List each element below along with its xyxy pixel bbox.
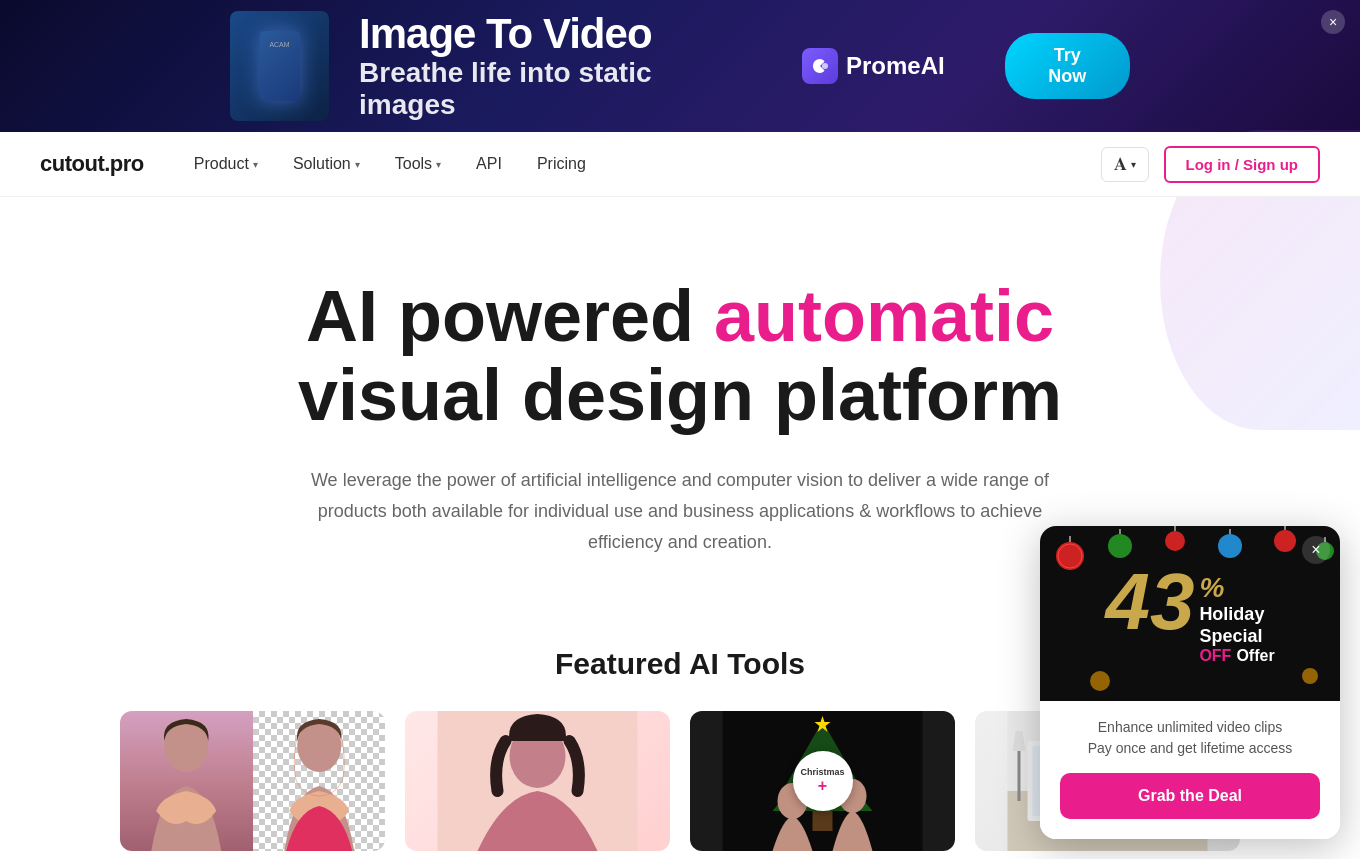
off-label: OFF xyxy=(1199,647,1231,665)
solution-chevron-icon: ▾ xyxy=(355,159,360,170)
navbar: cutout.pro Product ▾ Solution ▾ Tools ▾ … xyxy=(0,132,1360,197)
tool-card-2[interactable] xyxy=(405,711,670,851)
hero-title-part1: AI powered xyxy=(306,276,714,356)
svg-point-35 xyxy=(1274,530,1296,552)
christmas-badge: Christmas + xyxy=(793,751,853,811)
discount-right: % Holiday Special OFF Offer xyxy=(1199,562,1274,665)
promo-banner: 43 % Holiday Special OFF Offer × xyxy=(1040,526,1340,701)
ad-title: Image To Video xyxy=(359,11,752,57)
discount-percent: % xyxy=(1199,572,1274,604)
ad-product-image xyxy=(230,11,329,121)
ad-subtitle: Breathe life into static images xyxy=(359,57,752,121)
offer-label: Offer xyxy=(1236,647,1274,665)
svg-rect-8 xyxy=(813,811,833,831)
promo-description: Enhance unlimited video clips Pay once a… xyxy=(1060,717,1320,759)
promo-discount-area: 43 % Holiday Special OFF Offer xyxy=(1105,562,1274,665)
tool-card-3-image: Christmas + xyxy=(690,711,955,851)
ad-logo-text: PromeAI xyxy=(846,52,945,80)
promo-close-button[interactable]: × xyxy=(1302,536,1330,564)
nav-links: Product ▾ Solution ▾ Tools ▾ API Pricing xyxy=(194,155,1101,173)
lang-chevron-icon: ▾ xyxy=(1131,159,1136,170)
svg-point-39 xyxy=(1090,671,1110,691)
svg-rect-24 xyxy=(1018,751,1021,801)
nav-pricing[interactable]: Pricing xyxy=(537,155,586,173)
svg-point-0 xyxy=(822,63,828,69)
login-button[interactable]: Log in / Sign up xyxy=(1164,146,1320,183)
hero-title-part2: visual design platform xyxy=(298,355,1062,435)
ad-close-button[interactable]: × xyxy=(1321,10,1345,34)
tools-chevron-icon: ▾ xyxy=(436,159,441,170)
svg-point-31 xyxy=(1165,531,1185,551)
hero-title: AI powered automatic visual design platf… xyxy=(170,277,1190,435)
promo-popup: 43 % Holiday Special OFF Offer × Enhance… xyxy=(1040,526,1340,839)
svg-point-29 xyxy=(1108,534,1132,558)
tool-card-2-image xyxy=(405,711,670,851)
nav-solution[interactable]: Solution ▾ xyxy=(293,155,360,173)
tool-card-1-image xyxy=(120,711,385,851)
logo[interactable]: cutout.pro xyxy=(40,151,144,177)
nav-api[interactable]: API xyxy=(476,155,502,173)
promeai-logo-icon xyxy=(802,48,838,84)
ad-text-block: Image To Video Breathe life into static … xyxy=(359,11,752,121)
nav-tools[interactable]: Tools ▾ xyxy=(395,155,441,173)
person-before xyxy=(120,711,253,851)
tool-card-3[interactable]: Christmas + xyxy=(690,711,955,851)
translate-icon: 𝐀 xyxy=(1114,154,1127,175)
person-after xyxy=(253,711,386,851)
ad-logo-area: PromeAI xyxy=(802,48,945,84)
hero-title-highlight: automatic xyxy=(714,276,1054,356)
language-button[interactable]: 𝐀 ▾ xyxy=(1101,147,1149,182)
nav-right: 𝐀 ▾ Log in / Sign up xyxy=(1101,146,1320,183)
tool-card-1[interactable] xyxy=(120,711,385,851)
product-chevron-icon: ▾ xyxy=(253,159,258,170)
svg-point-33 xyxy=(1218,534,1242,558)
svg-point-40 xyxy=(1302,668,1318,684)
holiday-line1: Holiday Special xyxy=(1199,604,1274,647)
grab-deal-button[interactable]: Grab the Deal xyxy=(1060,773,1320,819)
ad-try-button[interactable]: Try Now xyxy=(1005,33,1130,99)
ad-banner: Image To Video Breathe life into static … xyxy=(0,0,1360,132)
promo-body: Enhance unlimited video clips Pay once a… xyxy=(1040,701,1340,839)
hero-subtitle: We leverage the power of artificial inte… xyxy=(305,465,1055,557)
svg-point-26 xyxy=(1056,542,1084,570)
nav-product[interactable]: Product ▾ xyxy=(194,155,258,173)
discount-number: 43 xyxy=(1105,562,1194,642)
